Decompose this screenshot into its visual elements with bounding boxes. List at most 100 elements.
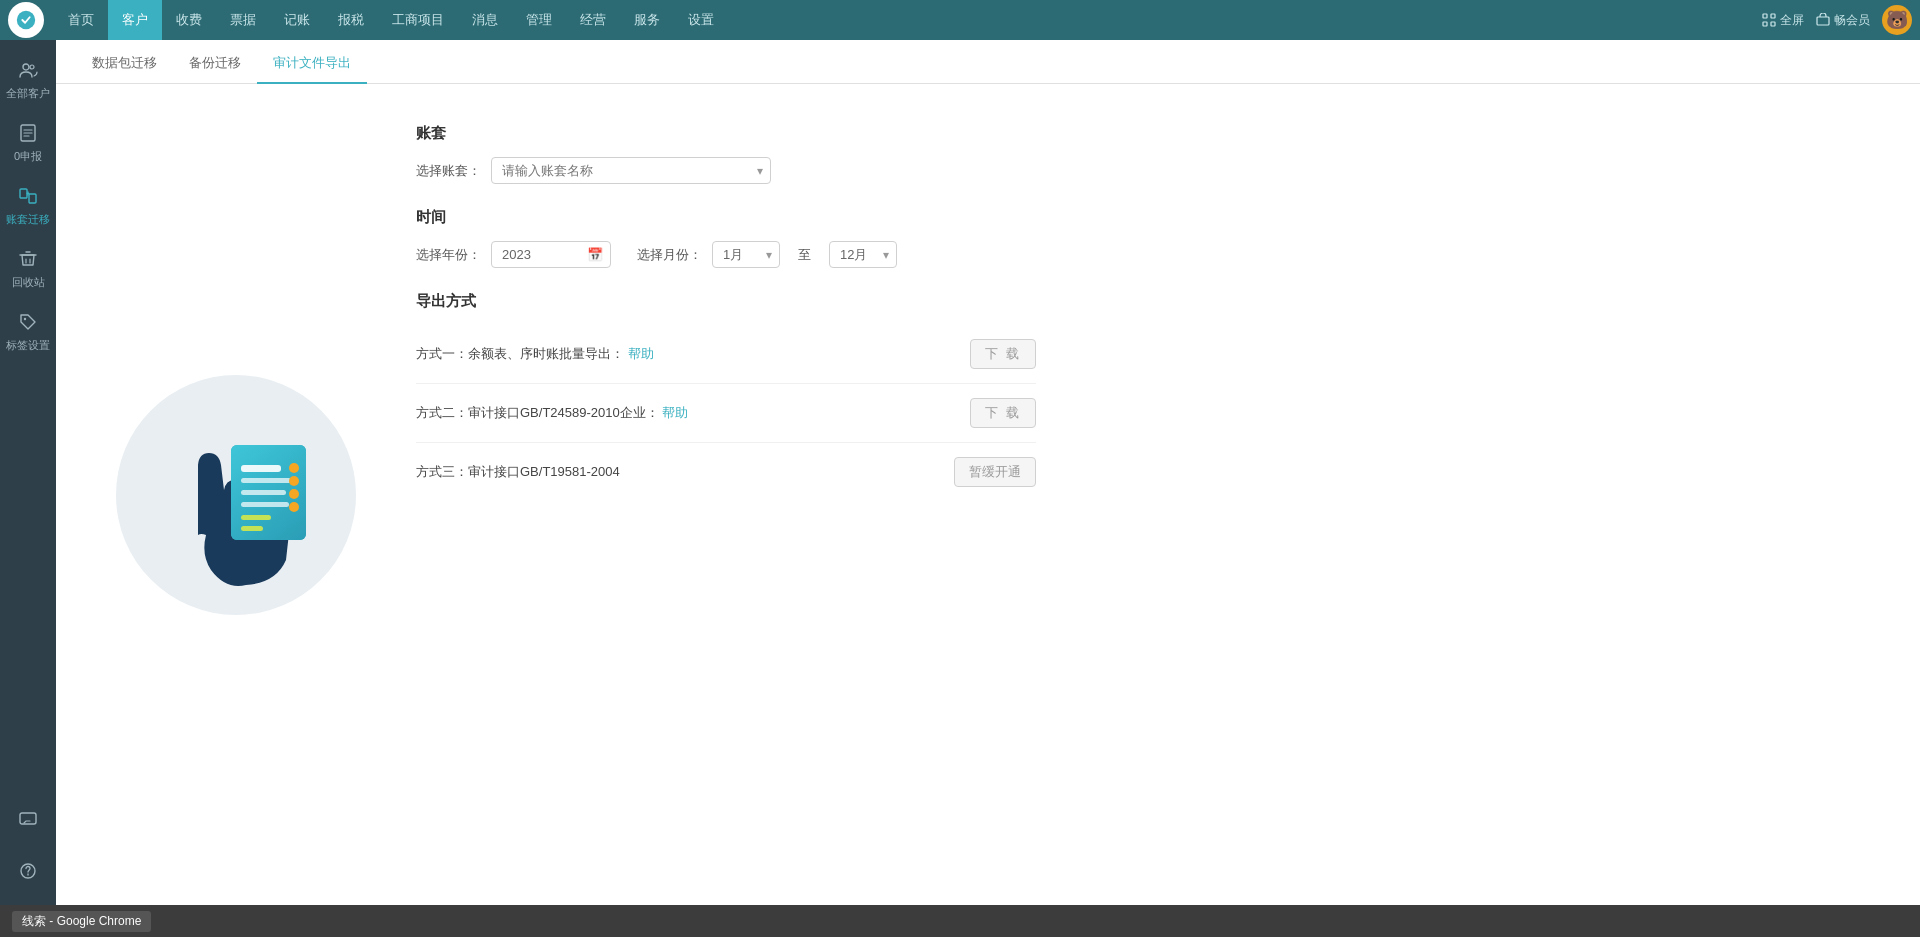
sidebar-label-tag: 标签设置	[6, 338, 50, 353]
method-3-open-button[interactable]: 暂缓开通	[954, 457, 1036, 487]
time-form-row: 选择年份： 📅 选择月份： 1月2月3月4月 5月6月7月8月 9月10月11月…	[416, 241, 1036, 268]
sidebar-message-button[interactable]	[12, 797, 44, 841]
account-select-input[interactable]	[491, 157, 771, 184]
taskbar: 线索 - Google Chrome	[0, 905, 1920, 937]
export-section: 导出方式 方式一：余额表、序时账批量导出： 帮助 下 载 方式二：审计接口GB/…	[416, 292, 1036, 501]
layout: 全部客户 0申报 账套迁移	[0, 40, 1920, 905]
svg-rect-25	[241, 526, 263, 531]
nav-message[interactable]: 消息	[458, 0, 512, 40]
method-1-download-button[interactable]: 下 载	[970, 339, 1036, 369]
account-select-label: 选择账套：	[416, 162, 481, 180]
time-section: 时间 选择年份： 📅 选择月份： 1月2月3月4月 5月6月7月8月	[416, 208, 1036, 268]
illustration-area	[96, 114, 376, 875]
time-section-title: 时间	[416, 208, 1036, 227]
sidebar-label-trash: 回收站	[12, 275, 45, 290]
svg-point-0	[17, 11, 35, 29]
svg-rect-16	[241, 465, 281, 472]
logo[interactable]	[8, 2, 44, 38]
method-2-help-link[interactable]: 帮助	[662, 405, 688, 420]
trash-icon	[16, 247, 40, 271]
year-input-wrapper: 📅	[491, 241, 611, 268]
nav-industry[interactable]: 工商项目	[378, 0, 458, 40]
svg-rect-10	[29, 194, 36, 203]
message-icon	[16, 807, 40, 831]
svg-rect-2	[1771, 14, 1775, 18]
svg-point-23	[289, 502, 299, 512]
sidebar-item-zero-report[interactable]: 0申报	[0, 111, 56, 174]
calendar-icon: 📅	[587, 247, 603, 262]
svg-rect-3	[1763, 22, 1767, 26]
svg-rect-19	[241, 502, 289, 507]
account-form-row: 选择账套：	[416, 157, 1036, 184]
export-method-2: 方式二：审计接口GB/T24589-2010企业： 帮助 下 载	[416, 384, 1036, 443]
nav-client[interactable]: 客户	[108, 0, 162, 40]
svg-point-7	[30, 65, 34, 69]
svg-rect-5	[1817, 17, 1829, 25]
nav-settings[interactable]: 设置	[674, 0, 728, 40]
member-button[interactable]: 畅会员	[1816, 12, 1870, 29]
method-1-help-link[interactable]: 帮助	[628, 346, 654, 361]
tab-backup-migrate[interactable]: 备份迁移	[173, 44, 257, 84]
nav-invoice[interactable]: 票据	[216, 0, 270, 40]
nav-business[interactable]: 经营	[566, 0, 620, 40]
sidebar-item-migrate[interactable]: 账套迁移	[0, 174, 56, 237]
month-to-select[interactable]: 1月2月3月4月 5月6月7月8月 9月10月11月 12月	[829, 241, 897, 268]
report-icon	[16, 121, 40, 145]
svg-point-20	[289, 463, 299, 473]
export-section-title: 导出方式	[416, 292, 1036, 311]
nav-account[interactable]: 记账	[270, 0, 324, 40]
svg-point-22	[289, 489, 299, 499]
top-nav: 首页 客户 收费 票据 记账 报税 工商项目 消息 管理 经营 服务 设置 全屏…	[0, 0, 1920, 40]
nav-fee[interactable]: 收费	[162, 0, 216, 40]
account-select-wrapper	[491, 157, 771, 184]
method-3-label: 方式三：审计接口GB/T19581-2004	[416, 463, 620, 481]
svg-point-11	[24, 318, 26, 320]
to-label: 至	[798, 246, 811, 264]
account-section-title: 账套	[416, 124, 1036, 143]
svg-point-6	[23, 64, 29, 70]
month-from-select[interactable]: 1月2月3月4月 5月6月7月8月 9月10月11月12月	[712, 241, 780, 268]
sidebar-label-all-clients: 全部客户	[6, 86, 50, 101]
member-label: 畅会员	[1834, 12, 1870, 29]
tabs-bar: 数据包迁移 备份迁移 审计文件导出	[56, 40, 1920, 84]
fullscreen-button[interactable]: 全屏	[1762, 12, 1804, 29]
users-icon	[16, 58, 40, 82]
svg-rect-1	[1763, 14, 1767, 18]
sidebar-item-all-clients[interactable]: 全部客户	[0, 48, 56, 111]
sidebar-help-button[interactable]	[12, 849, 44, 893]
svg-point-21	[289, 476, 299, 486]
month-label: 选择月份：	[637, 246, 702, 264]
tag-icon	[16, 310, 40, 334]
taskbar-chrome-item[interactable]: 线索 - Google Chrome	[12, 911, 151, 932]
main-content: 数据包迁移 备份迁移 审计文件导出	[56, 40, 1920, 905]
svg-rect-4	[1771, 22, 1775, 26]
month-from-wrapper: 1月2月3月4月 5月6月7月8月 9月10月11月12月	[712, 241, 780, 268]
illustration-circle	[116, 375, 356, 615]
method-2-download-button[interactable]: 下 载	[970, 398, 1036, 428]
sidebar-item-tag[interactable]: 标签设置	[0, 300, 56, 363]
sidebar-bottom	[12, 797, 44, 905]
export-method-1: 方式一：余额表、序时账批量导出： 帮助 下 载	[416, 325, 1036, 384]
sidebar-item-trash[interactable]: 回收站	[0, 237, 56, 300]
sidebar-label-zero-report: 0申报	[14, 149, 42, 164]
export-method-3: 方式三：审计接口GB/T19581-2004 暂缓开通	[416, 443, 1036, 501]
method-2-label: 方式二：审计接口GB/T24589-2010企业： 帮助	[416, 404, 688, 422]
tab-audit-export[interactable]: 审计文件导出	[257, 44, 367, 84]
form-area: 账套 选择账套： 时间 选择年份： 📅	[416, 114, 1036, 875]
fullscreen-label: 全屏	[1780, 12, 1804, 29]
top-nav-right: 全屏 畅会员 🐻	[1762, 5, 1912, 35]
help-icon	[16, 859, 40, 883]
year-label: 选择年份：	[416, 246, 481, 264]
avatar[interactable]: 🐻	[1882, 5, 1912, 35]
tab-data-migrate[interactable]: 数据包迁移	[76, 44, 173, 84]
sidebar-label-migrate: 账套迁移	[6, 212, 50, 227]
svg-rect-17	[241, 478, 291, 483]
nav-tax[interactable]: 报税	[324, 0, 378, 40]
nav-home[interactable]: 首页	[54, 0, 108, 40]
svg-rect-12	[20, 813, 36, 824]
method-1-label: 方式一：余额表、序时账批量导出： 帮助	[416, 345, 654, 363]
nav-manage[interactable]: 管理	[512, 0, 566, 40]
svg-rect-24	[241, 515, 271, 520]
nav-service[interactable]: 服务	[620, 0, 674, 40]
sidebar: 全部客户 0申报 账套迁移	[0, 40, 56, 905]
